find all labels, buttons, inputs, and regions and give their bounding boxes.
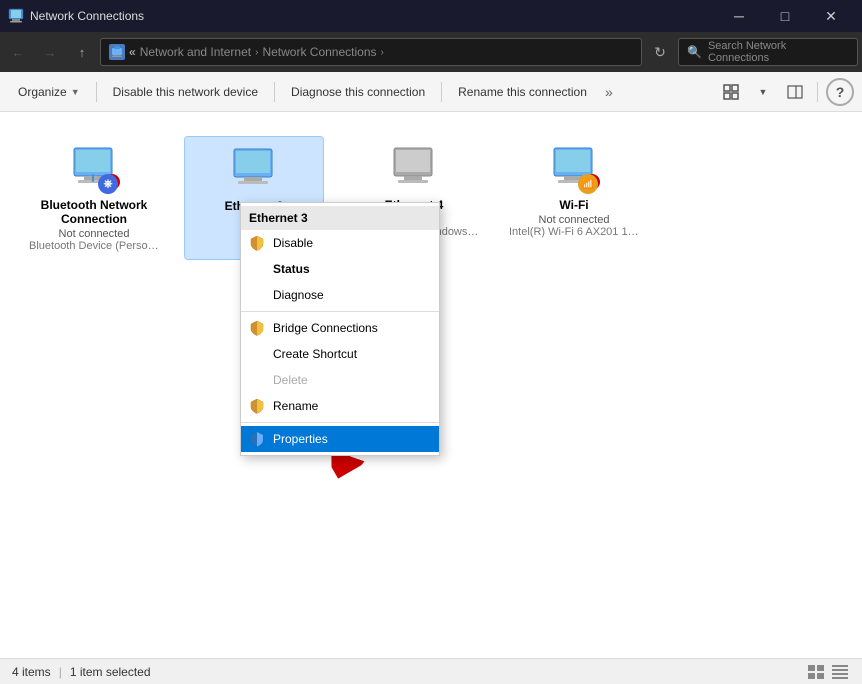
app-icon <box>8 8 24 24</box>
diagnose-button[interactable]: Diagnose this connection <box>281 77 435 107</box>
ctx-rename-label: Rename <box>273 399 318 413</box>
item-detail-bluetooth: Bluetooth Device (Personal Area ... <box>29 240 159 252</box>
item-status-bluetooth: Not connected <box>59 228 130 240</box>
ctx-shortcut-icon <box>249 346 265 362</box>
path-segment-2: Network Connections <box>262 45 376 59</box>
address-path[interactable]: « Network and Internet › Network Connect… <box>100 38 642 66</box>
ctx-bridge[interactable]: Bridge Connections <box>241 315 439 341</box>
ctx-bridge-icon <box>249 320 265 336</box>
window-title: Network Connections <box>30 9 716 23</box>
toolbar-sep-1 <box>96 82 97 102</box>
item-name-wifi: Wi-Fi <box>559 198 588 212</box>
ctx-shortcut-label: Create Shortcut <box>273 347 357 361</box>
search-box[interactable]: 🔍 Search Network Connections <box>678 38 858 66</box>
item-detail-wifi: Intel(R) Wi-Fi 6 AX201 160MHz <box>509 226 639 238</box>
maximize-button[interactable]: □ <box>762 0 808 32</box>
view-dropdown-button[interactable]: ▼ <box>749 78 777 106</box>
ctx-disable[interactable]: Disable <box>241 230 439 256</box>
item-icon-wifi: ✕ 📶 <box>550 144 598 192</box>
item-icon-ethernet4 <box>390 144 438 192</box>
network-item-bluetooth[interactable]: ✕ ⎈ Bluetooth Network Connection Not con… <box>24 136 164 260</box>
refresh-button[interactable]: ↻ <box>646 38 674 66</box>
statusbar: 4 items | 1 item selected <box>0 658 862 684</box>
item-status-wifi: Not connected <box>539 214 610 226</box>
path-chevron-1: › <box>255 47 258 58</box>
ctx-delete: Delete <box>241 367 439 393</box>
path-root: « <box>129 45 136 59</box>
ctx-shortcut[interactable]: Create Shortcut <box>241 341 439 367</box>
statusbar-right <box>806 662 850 682</box>
back-button[interactable]: ← <box>4 38 32 66</box>
ctx-status-icon <box>249 261 265 277</box>
items-count: 4 items <box>12 665 51 679</box>
ctx-sep-1 <box>241 311 439 312</box>
minimize-button[interactable]: ─ <box>716 0 762 32</box>
disable-button[interactable]: Disable this network device <box>103 77 268 107</box>
ctx-disable-label: Disable <box>273 236 313 250</box>
ctx-sep-2 <box>241 422 439 423</box>
statusbar-list-view[interactable] <box>806 662 826 682</box>
forward-button[interactable]: → <box>36 38 64 66</box>
preview-pane-button[interactable] <box>781 78 809 106</box>
up-button[interactable]: ↑ <box>68 38 96 66</box>
ctx-properties-icon <box>249 431 265 447</box>
ctx-diagnose-icon <box>249 287 265 303</box>
item-name-bluetooth: Bluetooth Network Connection <box>32 198 156 226</box>
close-button[interactable]: ✕ <box>808 0 854 32</box>
ctx-disable-icon <box>249 235 265 251</box>
toolbar-overflow[interactable]: » <box>599 77 619 107</box>
network-item-wifi[interactable]: ✕ 📶 Wi-Fi Not connected Intel(R) Wi-Fi 6… <box>504 136 644 260</box>
organize-label: Organize <box>18 85 67 99</box>
rename-label: Rename this connection <box>458 85 587 99</box>
ctx-status[interactable]: Status <box>241 256 439 282</box>
item-icon-ethernet3 <box>230 145 278 193</box>
ctx-properties[interactable]: Properties <box>241 426 439 452</box>
path-icon <box>109 44 125 60</box>
ctx-bridge-label: Bridge Connections <box>273 321 378 335</box>
toolbar: Organize ▼ Disable this network device D… <box>0 72 862 112</box>
ctx-delete-label: Delete <box>273 373 308 387</box>
organize-button[interactable]: Organize ▼ <box>8 77 90 107</box>
context-menu: Ethernet 3 Disable Status Diagnose <box>240 202 440 456</box>
organize-chevron: ▼ <box>71 87 80 97</box>
selected-count: 1 item selected <box>70 665 151 679</box>
ctx-menu-title: Ethernet 3 <box>241 206 439 230</box>
statusbar-detail-view[interactable] <box>830 662 850 682</box>
status-separator: | <box>59 665 62 679</box>
path-chevron-2: › <box>381 47 384 58</box>
diagnose-label: Diagnose this connection <box>291 85 425 99</box>
ctx-status-label: Status <box>273 262 310 276</box>
ctx-rename[interactable]: Rename <box>241 393 439 419</box>
ctx-diagnose[interactable]: Diagnose <box>241 282 439 308</box>
toolbar-sep-2 <box>274 82 275 102</box>
window-controls: ─ □ ✕ <box>716 0 854 32</box>
main-content: ✕ ⎈ Bluetooth Network Connection Not con… <box>0 112 862 658</box>
item-icon-bluetooth: ✕ ⎈ <box>70 144 118 192</box>
addressbar: ← → ↑ « Network and Internet › Network C… <box>0 32 862 72</box>
toolbar-sep-4 <box>817 82 818 102</box>
search-placeholder: Search Network Connections <box>708 40 849 64</box>
ctx-rename-icon <box>249 398 265 414</box>
toolbar-right: ▼ ? <box>717 78 854 106</box>
help-button[interactable]: ? <box>826 78 854 106</box>
path-segment-1: Network and Internet <box>140 45 251 59</box>
view-toggle-button[interactable] <box>717 78 745 106</box>
ctx-diagnose-label: Diagnose <box>273 288 324 302</box>
disable-label: Disable this network device <box>113 85 258 99</box>
rename-button[interactable]: Rename this connection <box>448 77 597 107</box>
search-icon: 🔍 <box>687 45 702 59</box>
ctx-properties-label: Properties <box>273 432 328 446</box>
ctx-delete-icon <box>249 372 265 388</box>
toolbar-sep-3 <box>441 82 442 102</box>
titlebar: Network Connections ─ □ ✕ <box>0 0 862 32</box>
